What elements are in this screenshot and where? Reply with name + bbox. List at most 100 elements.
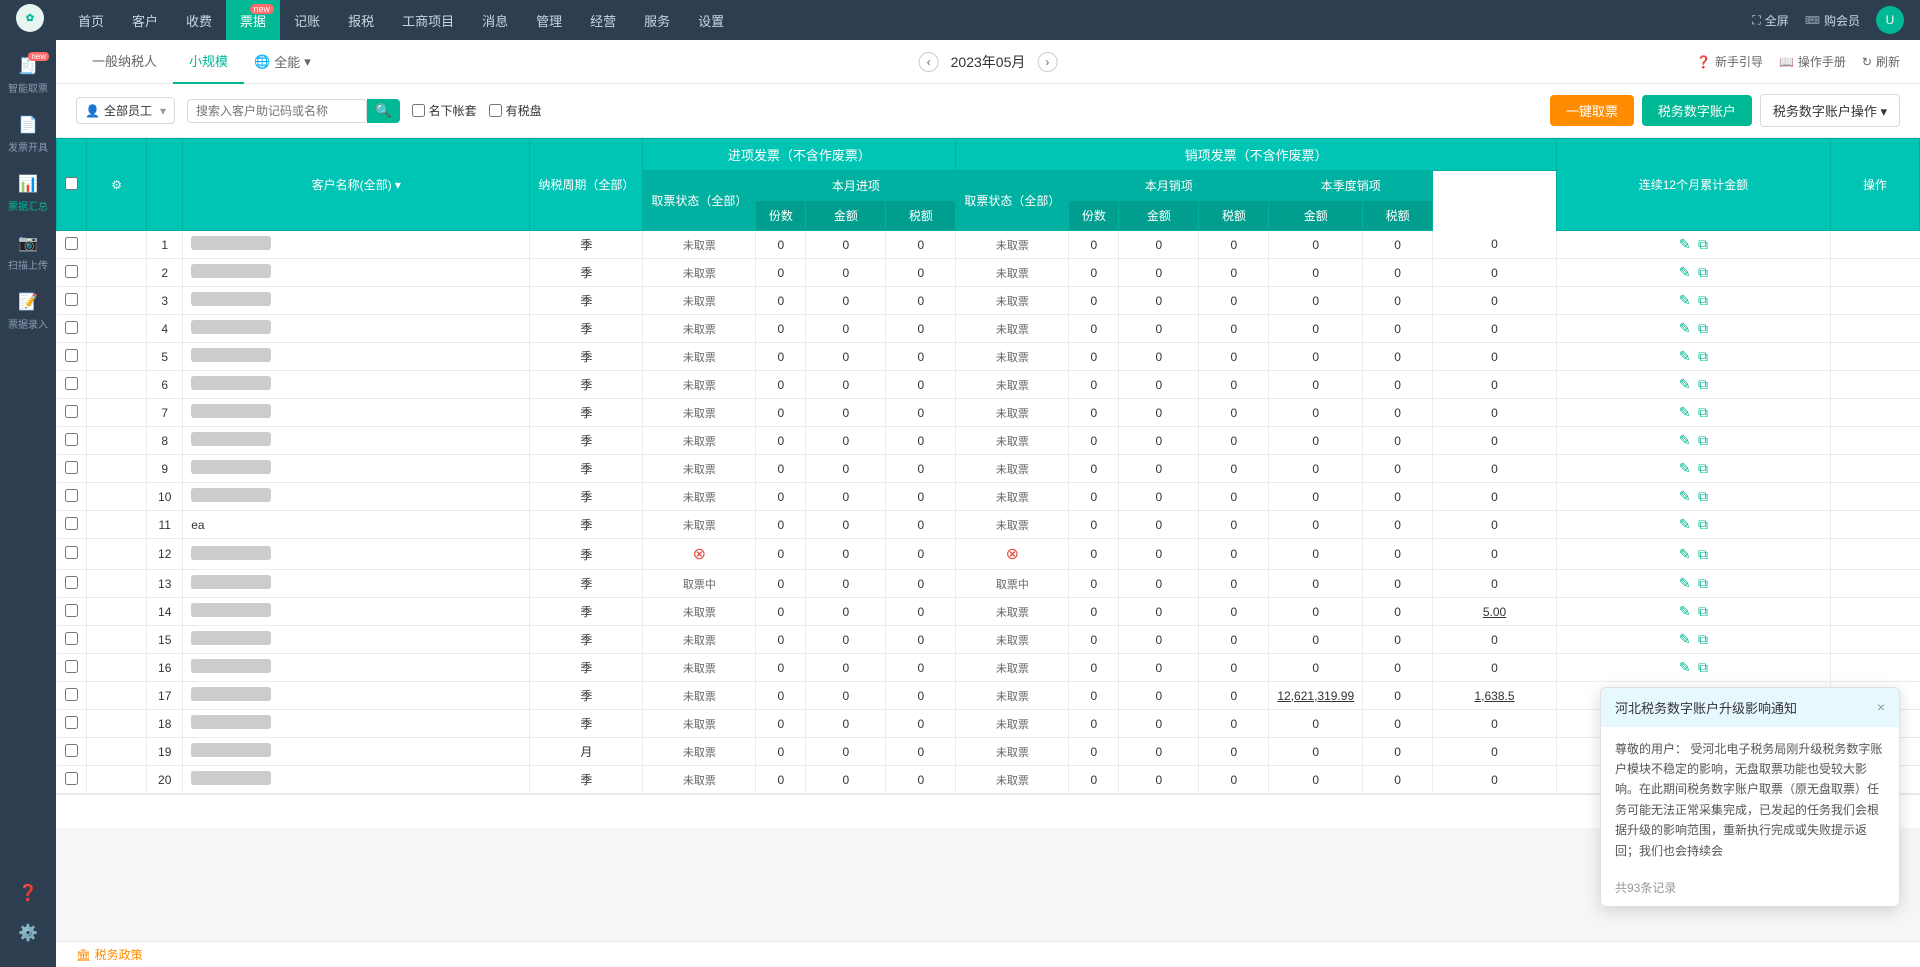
row-ops-cell[interactable]: ✎ ⧉ — [1556, 570, 1830, 598]
sidebar-item-entry[interactable]: 📝 票据录入 — [3, 284, 53, 339]
row-name-cell[interactable] — [183, 738, 530, 766]
copy-action-icon[interactable]: ⧉ — [1698, 236, 1708, 252]
edit-action-icon[interactable]: ✎ — [1679, 659, 1691, 675]
copy-action-icon[interactable]: ⧉ — [1698, 603, 1708, 619]
nav-fee[interactable]: 收费 — [172, 0, 226, 40]
row-name-cell[interactable] — [183, 287, 530, 315]
row-ops-cell[interactable]: ✎ ⧉ — [1556, 455, 1830, 483]
row-name-cell[interactable] — [183, 598, 530, 626]
row-name-cell[interactable] — [183, 259, 530, 287]
row-checkbox[interactable] — [65, 688, 78, 701]
row-checkbox[interactable] — [65, 405, 78, 418]
row-ops-cell[interactable]: ✎ ⧉ — [1556, 371, 1830, 399]
copy-action-icon[interactable]: ⧉ — [1698, 516, 1708, 532]
edit-action-icon[interactable]: ✎ — [1679, 631, 1691, 647]
row-checkbox[interactable] — [65, 321, 78, 334]
row-name-cell[interactable] — [183, 626, 530, 654]
edit-action-icon[interactable]: ✎ — [1679, 432, 1691, 448]
edit-action-icon[interactable]: ✎ — [1679, 488, 1691, 504]
row-checkbox-cell[interactable] — [57, 427, 87, 455]
app-logo[interactable]: ✿ — [16, 4, 48, 36]
copy-action-icon[interactable]: ⧉ — [1698, 488, 1708, 504]
copy-action-icon[interactable]: ⧉ — [1698, 659, 1708, 675]
row-checkbox[interactable] — [65, 716, 78, 729]
row-name-cell[interactable] — [183, 371, 530, 399]
row-ops-cell[interactable]: ✎ ⧉ — [1556, 287, 1830, 315]
search-button[interactable]: 🔍 — [367, 99, 400, 123]
nav-settings[interactable]: 设置 — [684, 0, 738, 40]
tab-general-taxpayer[interactable]: 一般纳税人 — [76, 40, 173, 84]
row-checkbox[interactable] — [65, 660, 78, 673]
row-ops-cell[interactable]: ✎ ⧉ — [1556, 626, 1830, 654]
row-checkbox[interactable] — [65, 237, 78, 250]
copy-action-icon[interactable]: ⧉ — [1698, 348, 1708, 364]
row-ops-cell[interactable]: ✎ ⧉ — [1556, 511, 1830, 539]
row-name-cell[interactable] — [183, 343, 530, 371]
row-checkbox[interactable] — [65, 772, 78, 785]
copy-action-icon[interactable]: ⧉ — [1698, 376, 1708, 392]
row-checkbox[interactable] — [65, 433, 78, 446]
notification-close-button[interactable]: × — [1877, 699, 1885, 715]
row-checkbox[interactable] — [65, 377, 78, 390]
row-checkbox-cell[interactable] — [57, 399, 87, 427]
row-checkbox[interactable] — [65, 744, 78, 757]
edit-action-icon[interactable]: ✎ — [1679, 236, 1691, 252]
edit-action-icon[interactable]: ✎ — [1679, 516, 1691, 532]
nav-message[interactable]: 消息 — [468, 0, 522, 40]
row-name-cell[interactable] — [183, 455, 530, 483]
nav-ticket[interactable]: 票据 new — [226, 0, 280, 40]
row-checkbox[interactable] — [65, 461, 78, 474]
edit-action-icon[interactable]: ✎ — [1679, 460, 1691, 476]
row-checkbox-cell[interactable] — [57, 598, 87, 626]
row-ops-cell[interactable]: ✎ ⧉ — [1556, 598, 1830, 626]
row-name-cell[interactable] — [183, 315, 530, 343]
row-ops-cell[interactable]: ✎ ⧉ — [1556, 399, 1830, 427]
sidebar-item-summary[interactable]: 📊 票据汇总 — [3, 166, 53, 221]
copy-action-icon[interactable]: ⧉ — [1698, 320, 1708, 336]
row-checkbox-cell[interactable] — [57, 511, 87, 539]
row-ops-cell[interactable]: ✎ ⧉ — [1556, 427, 1830, 455]
row-checkbox[interactable] — [65, 604, 78, 617]
row-name-cell[interactable] — [183, 539, 530, 570]
edit-action-icon[interactable]: ✎ — [1679, 292, 1691, 308]
nav-tax[interactable]: 报税 — [334, 0, 388, 40]
row-checkbox[interactable] — [65, 293, 78, 306]
row-checkbox[interactable] — [65, 349, 78, 362]
th-period[interactable]: 纳税周期（全部） — [530, 139, 643, 231]
copy-action-icon[interactable]: ⧉ — [1698, 575, 1708, 591]
tax-policy-link[interactable]: 🏛 税务政策 — [76, 948, 143, 962]
row-name-cell[interactable] — [183, 766, 530, 794]
row-checkbox-cell[interactable] — [57, 259, 87, 287]
th-in-status[interactable]: 取票状态（全部） — [643, 171, 756, 231]
th-client-name[interactable]: 客户名称(全部) ▾ — [183, 139, 530, 231]
date-prev-button[interactable]: ‹ — [919, 52, 939, 72]
edit-action-icon[interactable]: ✎ — [1679, 320, 1691, 336]
fullscreen-button[interactable]: ⛶ 全屏 — [1752, 12, 1788, 29]
tax-digital-ops-button[interactable]: 税务数字账户操作 ▾ — [1760, 94, 1900, 127]
row-name-cell[interactable]: ea — [183, 511, 530, 539]
edit-action-icon[interactable]: ✎ — [1679, 603, 1691, 619]
row-name-cell[interactable] — [183, 570, 530, 598]
row-checkbox-cell[interactable] — [57, 539, 87, 570]
date-next-button[interactable]: › — [1037, 52, 1057, 72]
my-account-checkbox-label[interactable]: 名下帐套 — [412, 102, 477, 119]
row-checkbox[interactable] — [65, 576, 78, 589]
row-checkbox-cell[interactable] — [57, 570, 87, 598]
manual-button[interactable]: 📖 操作手册 — [1779, 53, 1846, 70]
my-account-checkbox[interactable] — [412, 104, 425, 117]
row-ops-cell[interactable]: ✎ ⧉ — [1556, 483, 1830, 511]
row-checkbox-cell[interactable] — [57, 626, 87, 654]
row-checkbox-cell[interactable] — [57, 766, 87, 794]
row-checkbox[interactable] — [65, 489, 78, 502]
nav-service[interactable]: 服务 — [630, 0, 684, 40]
tab-all-dropdown[interactable]: 🌐 全能 ▾ — [244, 52, 321, 71]
row-checkbox[interactable] — [65, 517, 78, 530]
sidebar-item-scan[interactable]: 📷 扫描上传 — [3, 225, 53, 280]
copy-action-icon[interactable]: ⧉ — [1698, 631, 1708, 647]
sidebar-config[interactable]: ⚙️ — [3, 915, 53, 951]
user-avatar[interactable]: U — [1876, 6, 1904, 34]
edit-action-icon[interactable]: ✎ — [1679, 264, 1691, 280]
edit-action-icon[interactable]: ✎ — [1679, 404, 1691, 420]
row-name-cell[interactable] — [183, 399, 530, 427]
row-checkbox[interactable] — [65, 632, 78, 645]
